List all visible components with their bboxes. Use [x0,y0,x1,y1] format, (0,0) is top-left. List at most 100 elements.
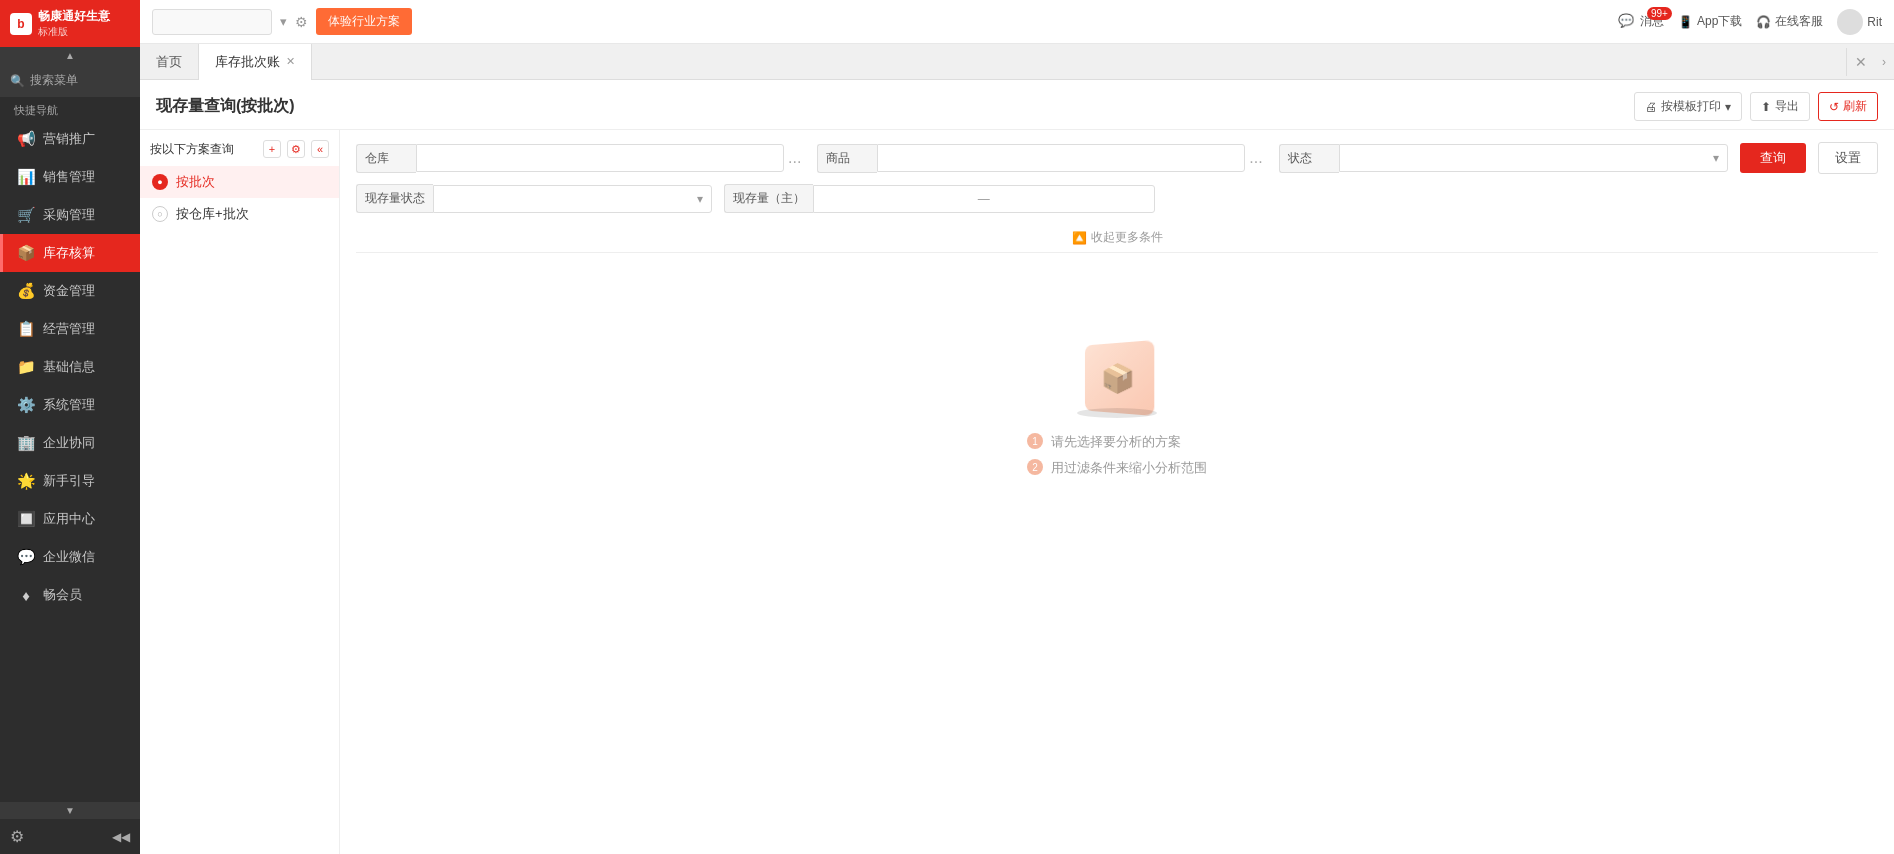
app-version: 标准版 [38,25,110,39]
product-filter-label: 商品 [817,144,877,173]
topbar: ▾ ⚙ 体验行业方案 💬 99+ 消息 📱 App下载 🎧 在线客服 Rit [140,0,1894,44]
main-close-button[interactable]: ✕ [1846,48,1874,76]
collapse-panel-button[interactable]: « [311,140,329,158]
qty-filter-label: 现存量（主） [724,184,813,213]
sidebar-item-marketing[interactable]: 📢 营销推广 [0,120,140,158]
settings-icon[interactable]: ⚙ [10,827,24,846]
empty-box-icon: 📦 [1085,340,1154,416]
sidebar-item-basic[interactable]: 📁 基础信息 [0,348,140,386]
print-label: 按模板打印 [1661,98,1721,115]
sidebar-item-newbie[interactable]: 🌟 新手引导 [0,462,140,500]
empty-state: 📦 1 请先选择要分析的方案 2 用过滤条件来缩小分析范围 [356,253,1878,537]
warehouse-filter-label: 仓库 [356,144,416,173]
basic-icon: 📁 [17,358,35,376]
messages-button[interactable]: 💬 99+ 消息 [1618,13,1664,30]
filter-area: 仓库 ... 商品 ... 状态 [356,142,1878,252]
sidebar: b 畅康通好生意 标准版 ▲ 🔍 搜索菜单 快捷导航 📢 营销推广 📊 销售管理… [0,0,140,854]
sidebar-header: b 畅康通好生意 标准版 [0,0,140,47]
gear-icon: ⚙ [291,143,301,156]
add-scheme-button[interactable]: + [263,140,281,158]
warehouse-dots-icon[interactable]: ... [784,149,805,167]
empty-icon-wrap: 📦 [1067,313,1167,413]
sidebar-scroll-down[interactable]: ▼ [0,802,140,819]
app-logo: b [10,13,32,35]
qty-min-input[interactable] [822,192,972,206]
nav-label: 系统管理 [43,396,95,414]
nav-label: 应用中心 [43,510,95,528]
sidebar-scroll-up[interactable]: ▲ [0,47,140,64]
tab-inventory-batch[interactable]: 库存批次账 ✕ [199,44,312,80]
topbar-left: ▾ ⚙ 体验行业方案 [152,8,412,35]
refresh-icon: ↺ [1829,100,1839,114]
product-filter-input[interactable] [877,144,1245,172]
collapse-bar[interactable]: 🔼 收起更多条件 [356,223,1878,252]
status-dropdown[interactable]: ▾ [1339,144,1728,172]
tab-close-icon[interactable]: ✕ [286,55,295,68]
sidebar-item-purchase[interactable]: 🛒 采购管理 [0,196,140,234]
topbar-gear-icon[interactable]: ⚙ [295,14,308,30]
online-service-button[interactable]: 🎧 在线客服 [1756,13,1823,30]
nav-label: 销售管理 [43,168,95,186]
warehouse-filter-input[interactable] [416,144,784,172]
chevron-right-icon[interactable]: › [1874,55,1894,69]
sidebar-search[interactable]: 🔍 搜索菜单 [0,64,140,97]
try-industry-button[interactable]: 体验行业方案 [316,8,412,35]
page-header: 现存量查询(按批次) 🖨 按模板打印 ▾ ⬆ 导出 ↺ 刷新 [140,80,1894,130]
message-badge: 99+ [1647,7,1672,20]
sidebar-item-finance[interactable]: 💰 资金管理 [0,272,140,310]
sidebar-item-system[interactable]: ⚙️ 系统管理 [0,386,140,424]
hint-num-2: 2 [1027,459,1043,475]
scheme-label: 按仓库+批次 [176,205,249,223]
qty-max-input[interactable] [996,192,1146,206]
scheme-item-warehouse-batch[interactable]: ○ 按仓库+批次 [140,198,339,230]
scheme-active-dot: ● [152,174,168,190]
phone-icon: 📱 [1678,15,1693,29]
sidebar-item-sales[interactable]: 📊 销售管理 [0,158,140,196]
collapse-chevron-icon: 🔼 [1072,231,1087,245]
hint-text-1: 请先选择要分析的方案 [1051,433,1181,451]
status-filter-label: 状态 [1279,144,1339,173]
search-label: 搜索菜单 [30,72,78,89]
nav-label: 企业协同 [43,434,95,452]
filter-settings-button[interactable]: 设置 [1818,142,1878,174]
product-dots-icon[interactable]: ... [1245,149,1266,167]
app-download-button[interactable]: 📱 App下载 [1678,13,1742,30]
sidebar-item-wechat[interactable]: 💬 企业微信 [0,538,140,576]
audio-icon[interactable]: ◀◀ [112,830,130,844]
sidebar-item-appstore[interactable]: 🔲 应用中心 [0,500,140,538]
scheme-inactive-dot: ○ [152,206,168,222]
sidebar-item-member[interactable]: ♦ 畅会员 [0,576,140,614]
refresh-button[interactable]: ↺ 刷新 [1818,92,1878,121]
empty-hint-1: 1 请先选择要分析的方案 [1027,433,1207,451]
sidebar-nav: 📢 营销推广 📊 销售管理 🛒 采购管理 📦 库存核算 💰 资金管理 📋 经营管… [0,120,140,802]
nav-label: 资金管理 [43,282,95,300]
tab-home[interactable]: 首页 [140,44,199,80]
headset-icon: 🎧 [1756,15,1771,29]
scheme-settings-button[interactable]: ⚙ [287,140,305,158]
scheme-item-batch[interactable]: ● 按批次 [140,166,339,198]
marketing-icon: 📢 [17,130,35,148]
user-profile-button[interactable]: Rit [1837,9,1882,35]
sidebar-item-enterprise[interactable]: 🏢 企业协同 [0,424,140,462]
message-icon: 💬 [1618,13,1634,28]
nav-label: 采购管理 [43,206,95,224]
collapse-label: 收起更多条件 [1091,229,1163,246]
query-button[interactable]: 查询 [1740,143,1806,173]
main-area: ▾ ⚙ 体验行业方案 💬 99+ 消息 📱 App下载 🎧 在线客服 Rit [140,0,1894,854]
chevron-down-icon[interactable]: ▾ [280,14,287,29]
empty-hint-2: 2 用过滤条件来缩小分析范围 [1027,459,1207,477]
newbie-icon: 🌟 [17,472,35,490]
empty-hints: 1 请先选择要分析的方案 2 用过滤条件来缩小分析范围 [1027,433,1207,477]
empty-box-shadow [1077,408,1157,418]
sidebar-item-operations[interactable]: 📋 经营管理 [0,310,140,348]
search-icon: 🔍 [10,74,25,88]
stock-status-dropdown[interactable]: ▾ [433,185,712,213]
sidebar-footer: ⚙ ◀◀ [0,819,140,854]
export-button[interactable]: ⬆ 导出 [1750,92,1810,121]
print-template-button[interactable]: 🖨 按模板打印 ▾ [1634,92,1742,121]
filter-row-1: 仓库 ... 商品 ... 状态 [356,142,1878,174]
page-content: 现存量查询(按批次) 🖨 按模板打印 ▾ ⬆ 导出 ↺ 刷新 [140,80,1894,854]
sidebar-item-inventory[interactable]: 📦 库存核算 [0,234,140,272]
topbar-search-input[interactable] [152,9,272,35]
app-download-label: App下载 [1697,13,1742,30]
